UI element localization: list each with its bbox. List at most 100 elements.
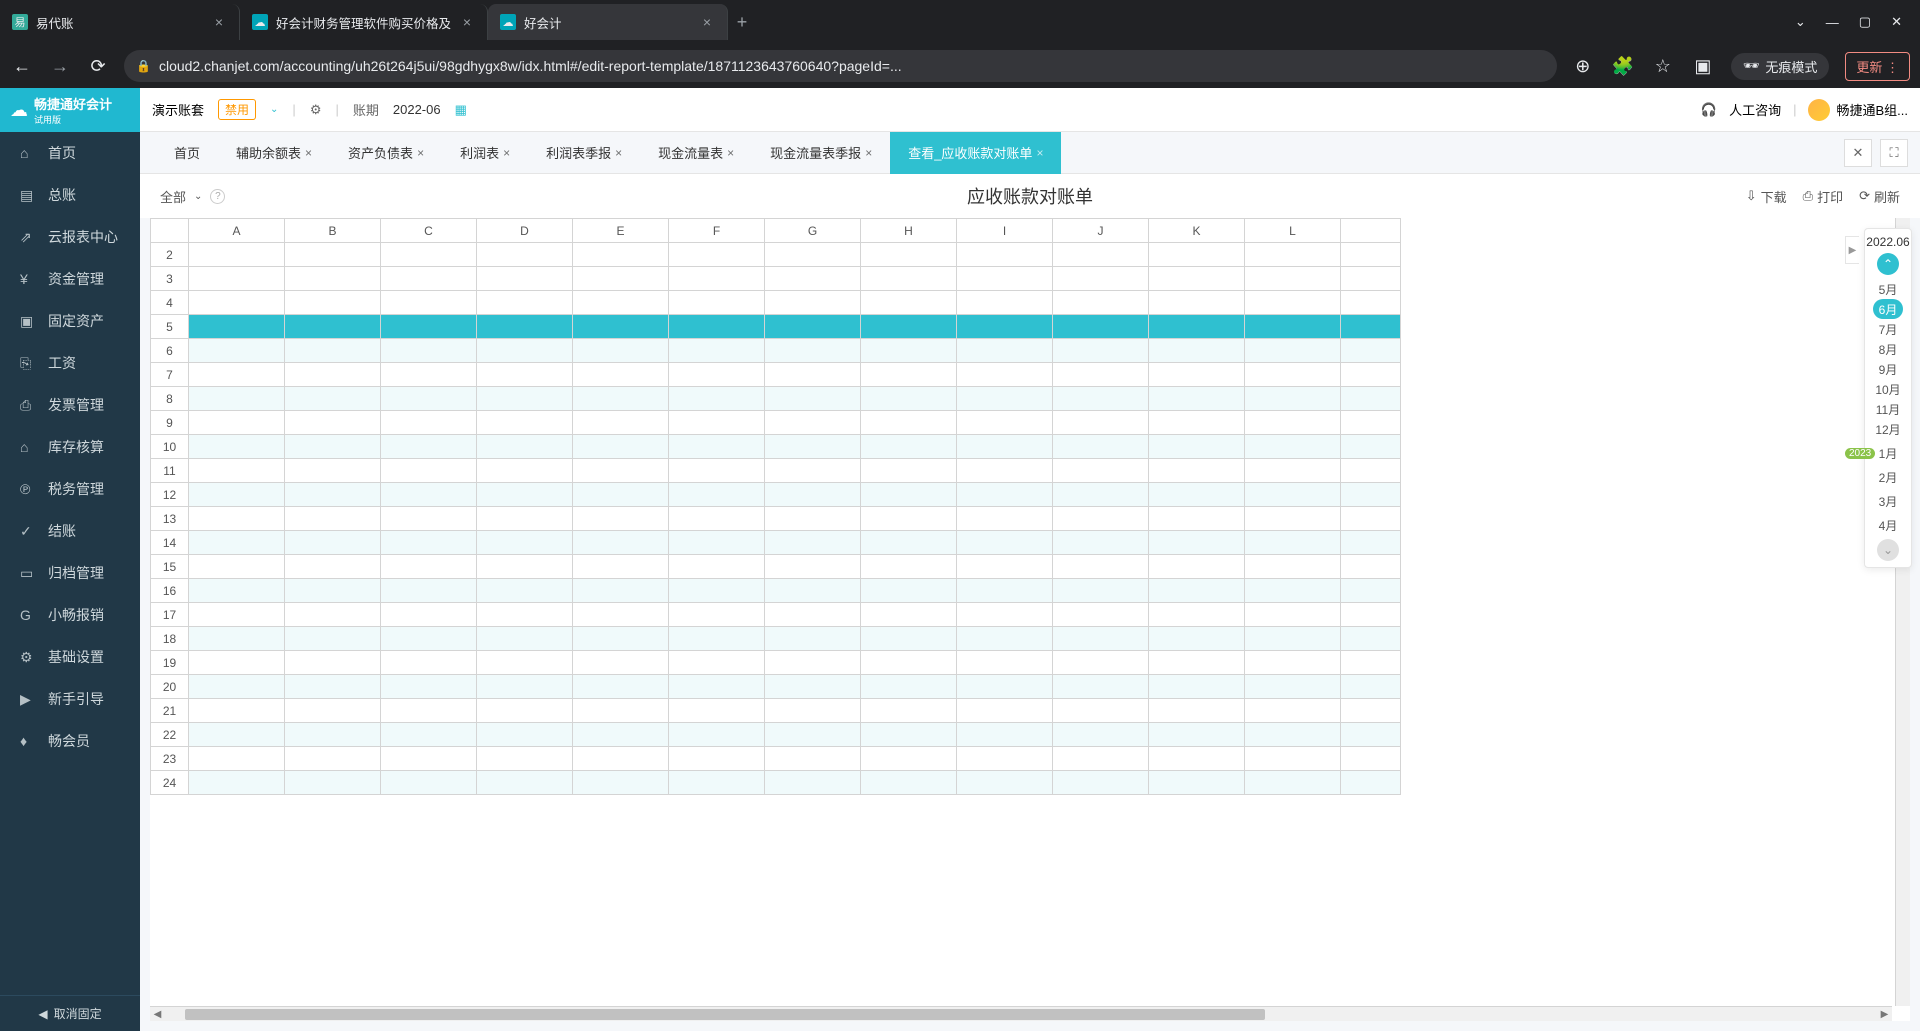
browser-tab-3[interactable]: ☁ 好会计 × [488,4,728,40]
cell[interactable] [669,363,765,387]
unpin-button[interactable]: ◀ 取消固定 [0,995,140,1031]
row-header[interactable]: 13 [151,507,189,531]
cell[interactable] [285,507,381,531]
cell[interactable] [1341,435,1401,459]
period-month[interactable]: 3月 [1873,491,1903,511]
row-header[interactable]: 5 [151,315,189,339]
cell[interactable] [765,411,861,435]
star-icon[interactable]: ☆ [1651,54,1675,78]
cell[interactable] [573,363,669,387]
cell[interactable] [573,747,669,771]
row-header[interactable]: 11 [151,459,189,483]
close-icon[interactable]: × [305,146,312,160]
cell[interactable] [861,555,957,579]
cell[interactable] [669,627,765,651]
cell[interactable] [285,531,381,555]
cell[interactable] [1149,315,1245,339]
cell[interactable] [285,579,381,603]
cell[interactable] [765,627,861,651]
update-button[interactable]: 更新 ⋮ [1845,52,1910,81]
cell[interactable] [1053,579,1149,603]
incognito-badge[interactable]: 🕶 无痕模式 [1731,53,1830,80]
cell[interactable] [669,411,765,435]
cell[interactable] [1149,459,1245,483]
cell[interactable] [477,411,573,435]
cell[interactable] [477,243,573,267]
row-header[interactable]: 12 [151,483,189,507]
browser-tab-1[interactable]: 易 易代账 × [0,4,240,40]
cell[interactable] [861,627,957,651]
cell[interactable] [1245,675,1341,699]
cell[interactable] [669,723,765,747]
cell[interactable] [1053,243,1149,267]
cell[interactable] [765,507,861,531]
cell[interactable] [1341,387,1401,411]
cell[interactable] [285,651,381,675]
cell[interactable] [669,291,765,315]
cell[interactable] [1149,603,1245,627]
col-header[interactable]: F [669,219,765,243]
cell[interactable] [189,507,285,531]
cell[interactable] [285,435,381,459]
cell[interactable] [1149,747,1245,771]
cell[interactable] [1053,435,1149,459]
calendar-icon[interactable]: ▦ [455,102,467,118]
cell[interactable] [1149,291,1245,315]
cell[interactable] [669,507,765,531]
cell[interactable] [285,747,381,771]
cell[interactable] [957,747,1053,771]
scroll-right-icon[interactable]: ▶ [1877,1009,1892,1020]
cell[interactable] [765,675,861,699]
row-header[interactable]: 2 [151,243,189,267]
cell[interactable] [189,603,285,627]
cell[interactable] [381,555,477,579]
cell[interactable] [1053,483,1149,507]
cell[interactable] [861,339,957,363]
cell[interactable] [573,243,669,267]
cell[interactable] [1245,723,1341,747]
col-header[interactable]: K [1149,219,1245,243]
close-icon[interactable]: × [865,146,872,160]
cell[interactable] [1245,771,1341,795]
cell[interactable] [1053,291,1149,315]
cell[interactable] [1341,483,1401,507]
cell[interactable] [1245,627,1341,651]
cell[interactable] [573,603,669,627]
cell[interactable] [765,747,861,771]
sidebar-item[interactable]: ✓结账 [0,510,140,552]
search-icon[interactable]: ⊕ [1571,54,1595,78]
cell[interactable] [381,723,477,747]
sidebar-item[interactable]: ⚙基础设置 [0,636,140,678]
cell[interactable] [1341,579,1401,603]
cell[interactable] [189,579,285,603]
new-tab-button[interactable]: + [728,12,756,33]
cell[interactable] [573,579,669,603]
cell[interactable] [669,555,765,579]
forward-icon[interactable]: → [48,54,72,78]
cell[interactable] [1341,723,1401,747]
cell[interactable] [861,603,957,627]
cell[interactable] [1053,339,1149,363]
extension-icon[interactable]: 🧩 [1611,54,1635,78]
cell[interactable] [861,723,957,747]
cell[interactable] [1341,363,1401,387]
close-all-button[interactable]: ✕ [1844,139,1872,167]
sidebar-item[interactable]: ⇗云报表中心 [0,216,140,258]
cell[interactable] [189,651,285,675]
cell[interactable] [1053,363,1149,387]
cell[interactable] [1053,459,1149,483]
cell[interactable] [765,315,861,339]
cell[interactable] [1149,483,1245,507]
cell[interactable] [477,315,573,339]
cell[interactable] [285,411,381,435]
cell[interactable] [861,507,957,531]
sidebar-item[interactable]: ▣固定资产 [0,300,140,342]
cell[interactable] [1149,339,1245,363]
cell[interactable] [477,387,573,411]
reload-icon[interactable]: ⟳ [86,54,110,78]
refresh-button[interactable]: ⟳刷新 [1859,187,1900,206]
cell[interactable] [381,603,477,627]
cell[interactable] [669,315,765,339]
sidebar-item[interactable]: ▶新手引导 [0,678,140,720]
panel-toggle[interactable]: ▶ [1845,236,1859,264]
